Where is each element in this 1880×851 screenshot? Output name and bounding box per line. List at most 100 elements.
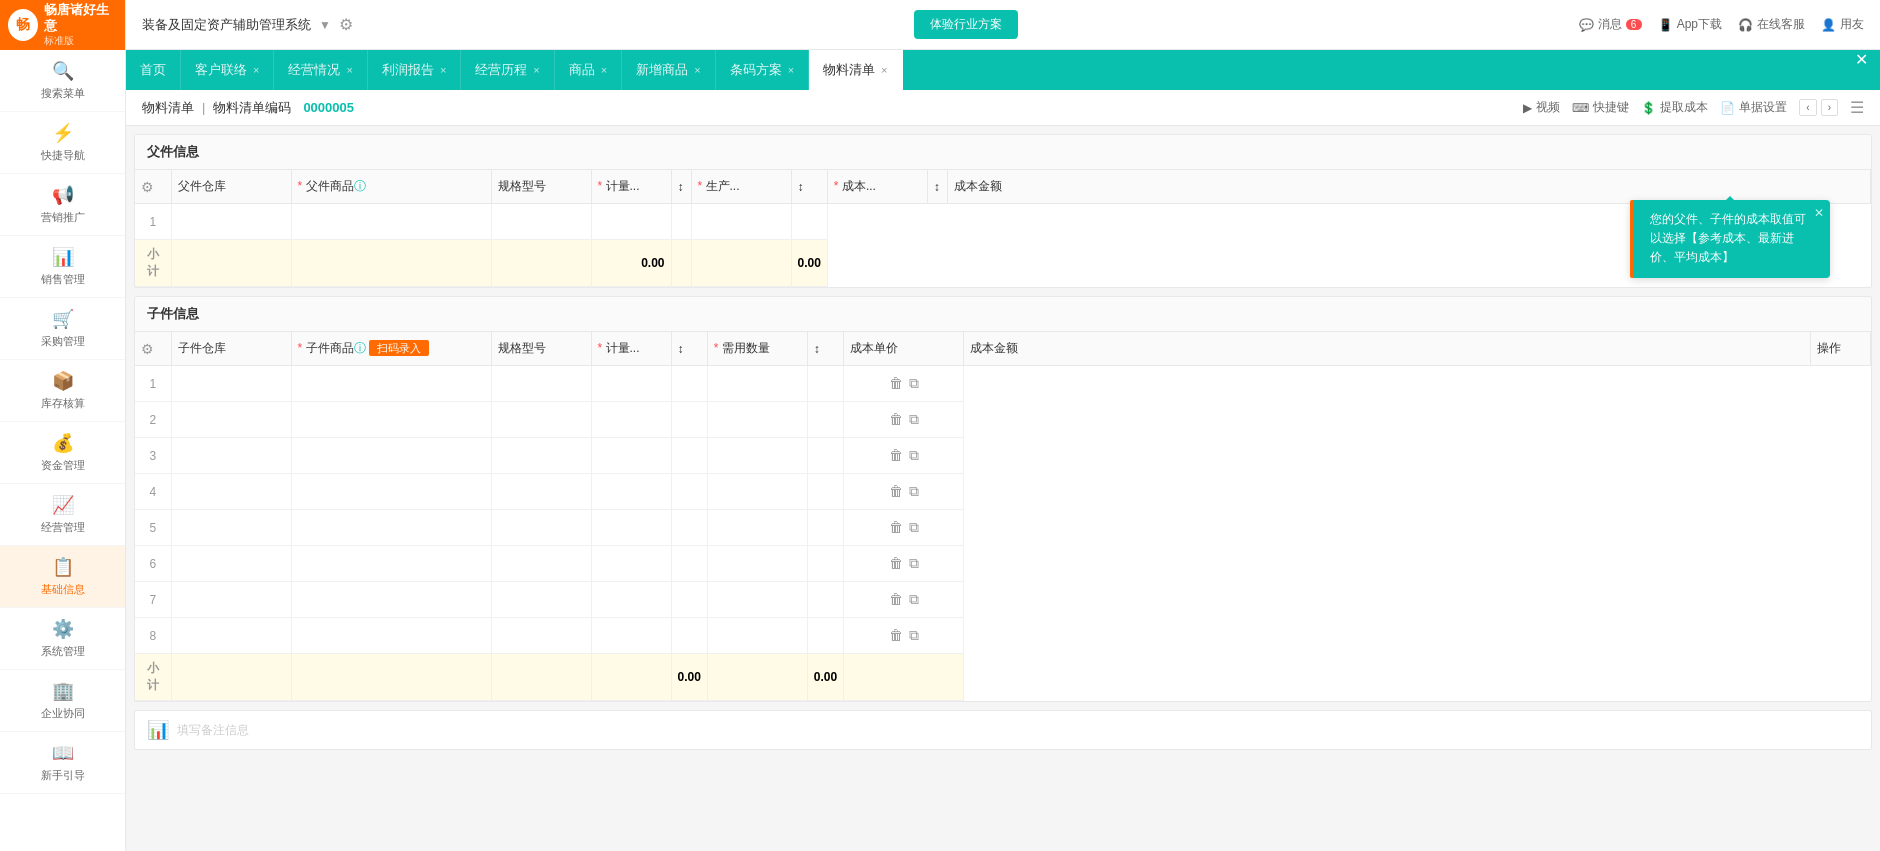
- parent-settings-icon[interactable]: ⚙: [141, 179, 154, 195]
- delete-icon[interactable]: 🗑: [889, 411, 903, 428]
- sidebar-item-marketing[interactable]: 📢 营销推广: [0, 174, 125, 236]
- sidebar-item-search[interactable]: 🔍 搜索菜单: [0, 50, 125, 112]
- child-row5-unit[interactable]: [591, 510, 671, 546]
- tab-bom[interactable]: 物料清单 ×: [809, 50, 902, 90]
- child-row6-warehouse[interactable]: [171, 546, 291, 582]
- tab-barcode[interactable]: 条码方案 ×: [716, 50, 809, 90]
- child-row7-product[interactable]: [291, 582, 491, 618]
- child-row5-spec[interactable]: [491, 510, 591, 546]
- user-btn[interactable]: 👤 用友: [1821, 16, 1864, 33]
- tab-new-goods[interactable]: 新增商品 ×: [622, 50, 715, 90]
- copy-icon[interactable]: ⧉: [909, 519, 919, 536]
- child-row6-product[interactable]: [291, 546, 491, 582]
- child-row3-warehouse[interactable]: [171, 438, 291, 474]
- child-row4-unitcost[interactable]: [707, 474, 807, 510]
- child-row3-product[interactable]: [291, 438, 491, 474]
- copy-icon[interactable]: ⧉: [909, 483, 919, 500]
- delete-icon[interactable]: 🗑: [889, 519, 903, 536]
- sidebar-item-sales[interactable]: 📊 销售管理: [0, 236, 125, 298]
- tab-history[interactable]: 经营历程 ×: [461, 50, 554, 90]
- parent-row-spec[interactable]: [491, 204, 591, 240]
- child-row1-unitcost[interactable]: [707, 366, 807, 402]
- child-row2-spec[interactable]: [491, 402, 591, 438]
- child-row1-qty[interactable]: [671, 366, 707, 402]
- copy-icon[interactable]: ⧉: [909, 627, 919, 644]
- copy-icon[interactable]: ⧉: [909, 411, 919, 428]
- sidebar-item-quick-nav[interactable]: ⚡ 快捷导航: [0, 112, 125, 174]
- child-row8-unitcost[interactable]: [707, 618, 807, 654]
- child-row4-unit[interactable]: [591, 474, 671, 510]
- app-download-btn[interactable]: 📱 App下载: [1658, 16, 1722, 33]
- child-row8-warehouse[interactable]: [171, 618, 291, 654]
- parent-row-warehouse[interactable]: [171, 204, 291, 240]
- sidebar-item-inventory[interactable]: 📦 库存核算: [0, 360, 125, 422]
- sidebar-item-basic-info[interactable]: 📋 基础信息: [0, 546, 125, 608]
- child-row2-product[interactable]: [291, 402, 491, 438]
- settings-icon[interactable]: ⚙: [339, 15, 353, 34]
- copy-icon[interactable]: ⧉: [909, 555, 919, 572]
- child-row6-qty[interactable]: [671, 546, 707, 582]
- tab-profit-close[interactable]: ×: [440, 64, 446, 76]
- child-row7-warehouse[interactable]: [171, 582, 291, 618]
- tab-operations[interactable]: 经营情况 ×: [274, 50, 367, 90]
- child-row2-unitcost[interactable]: [707, 402, 807, 438]
- tab-bom-close[interactable]: ×: [881, 64, 887, 76]
- child-row8-product[interactable]: [291, 618, 491, 654]
- message-btn[interactable]: 💬 消息 6: [1579, 16, 1642, 33]
- child-row1-spec[interactable]: [491, 366, 591, 402]
- sidebar-item-system[interactable]: ⚙️ 系统管理: [0, 608, 125, 670]
- child-row2-qty[interactable]: [671, 402, 707, 438]
- tab-history-close[interactable]: ×: [533, 64, 539, 76]
- child-row7-spec[interactable]: [491, 582, 591, 618]
- parent-row-cost[interactable]: [691, 204, 791, 240]
- shortcut-btn[interactable]: ⌨ 快捷键: [1572, 99, 1629, 116]
- child-row5-warehouse[interactable]: [171, 510, 291, 546]
- parent-row-prod[interactable]: [671, 204, 691, 240]
- delete-icon[interactable]: 🗑: [889, 627, 903, 644]
- dropdown-icon[interactable]: ▼: [319, 18, 331, 32]
- sidebar-item-enterprise[interactable]: 🏢 企业协同: [0, 670, 125, 732]
- child-row5-qty[interactable]: [671, 510, 707, 546]
- parent-row-unit[interactable]: [591, 204, 671, 240]
- trial-btn[interactable]: 体验行业方案: [914, 10, 1018, 39]
- delete-icon[interactable]: 🗑: [889, 447, 903, 464]
- list-view-icon[interactable]: ☰: [1850, 98, 1864, 117]
- child-row4-spec[interactable]: [491, 474, 591, 510]
- prev-arrow[interactable]: ‹: [1799, 99, 1816, 116]
- child-row7-unitcost[interactable]: [707, 582, 807, 618]
- child-row5-unitcost[interactable]: [707, 510, 807, 546]
- child-row2-unit[interactable]: [591, 402, 671, 438]
- tab-customers-close[interactable]: ×: [253, 64, 259, 76]
- child-row5-product[interactable]: [291, 510, 491, 546]
- tab-goods[interactable]: 商品 ×: [555, 50, 622, 90]
- child-row8-qty[interactable]: [671, 618, 707, 654]
- sidebar-item-purchase[interactable]: 🛒 采购管理: [0, 298, 125, 360]
- child-row7-unit[interactable]: [591, 582, 671, 618]
- child-row2-warehouse[interactable]: [171, 402, 291, 438]
- tab-home[interactable]: 首页: [126, 50, 181, 90]
- delete-icon[interactable]: 🗑: [889, 375, 903, 392]
- child-row6-unitcost[interactable]: [707, 546, 807, 582]
- child-row1-unit[interactable]: [591, 366, 671, 402]
- tab-new-goods-close[interactable]: ×: [694, 64, 700, 76]
- copy-icon[interactable]: ⧉: [909, 447, 919, 464]
- delete-icon[interactable]: 🗑: [889, 483, 903, 500]
- tab-profit[interactable]: 利润报告 ×: [368, 50, 461, 90]
- child-row8-spec[interactable]: [491, 618, 591, 654]
- delete-icon[interactable]: 🗑: [889, 591, 903, 608]
- single-settings-btn[interactable]: 📄 单据设置: [1720, 99, 1787, 116]
- online-service-btn[interactable]: 🎧 在线客服: [1738, 16, 1805, 33]
- child-row6-unit[interactable]: [591, 546, 671, 582]
- child-row1-warehouse[interactable]: [171, 366, 291, 402]
- child-row3-qty[interactable]: [671, 438, 707, 474]
- child-row3-unit[interactable]: [591, 438, 671, 474]
- sidebar-item-finance[interactable]: 💰 资金管理: [0, 422, 125, 484]
- footer-hint[interactable]: 填写备注信息: [177, 722, 249, 739]
- child-row4-product[interactable]: [291, 474, 491, 510]
- child-row3-unitcost[interactable]: [707, 438, 807, 474]
- copy-icon[interactable]: ⧉: [909, 591, 919, 608]
- child-row4-qty[interactable]: [671, 474, 707, 510]
- tab-customers[interactable]: 客户联络 ×: [181, 50, 274, 90]
- tab-barcode-close[interactable]: ×: [788, 64, 794, 76]
- delete-icon[interactable]: 🗑: [889, 555, 903, 572]
